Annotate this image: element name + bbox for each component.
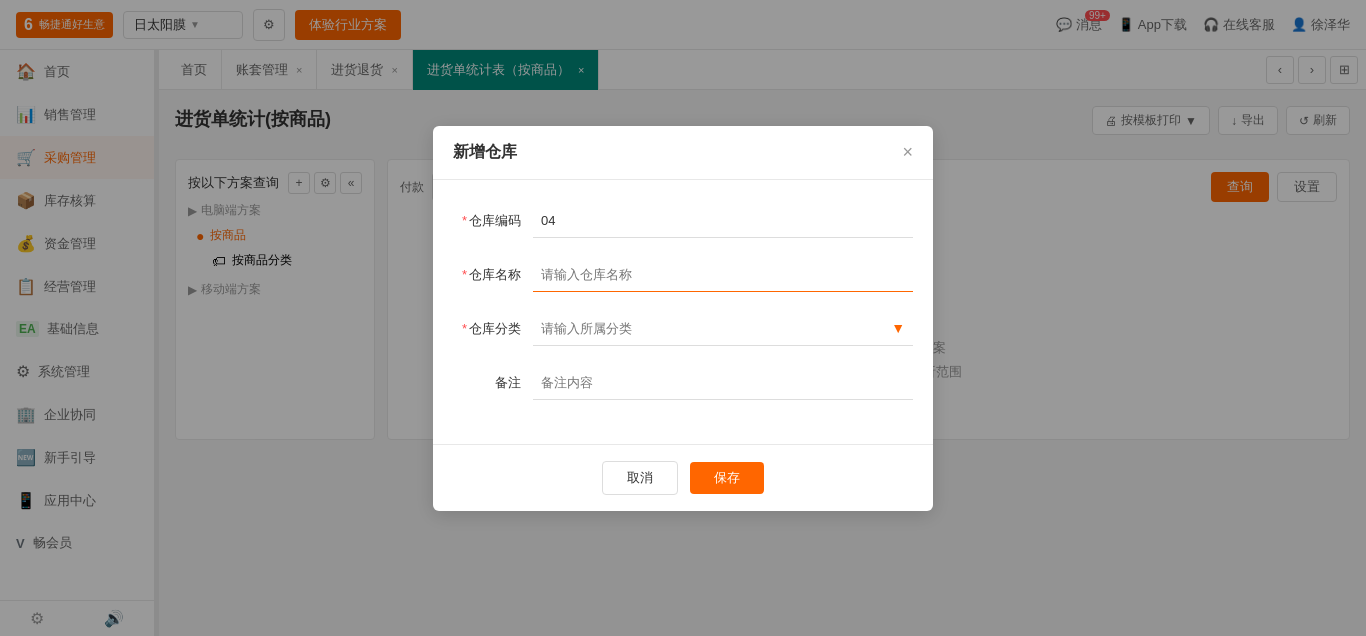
name-label: 仓库名称: [453, 266, 533, 284]
chevron-down-icon: ▼: [891, 320, 905, 336]
code-label: 仓库编码: [453, 212, 533, 230]
form-row-code: 仓库编码: [453, 204, 913, 238]
modal-footer: 取消 保存: [433, 444, 933, 511]
note-label: 备注: [453, 374, 533, 392]
save-button[interactable]: 保存: [690, 462, 764, 494]
code-input[interactable]: [533, 204, 913, 238]
modal-body: 仓库编码 仓库名称 仓库分类 ▼ 备注: [433, 180, 933, 444]
modal-close-button[interactable]: ×: [902, 142, 913, 163]
modal-title: 新增仓库: [453, 142, 517, 163]
category-label: 仓库分类: [453, 320, 533, 338]
new-warehouse-modal: 新增仓库 × 仓库编码 仓库名称 仓库分类 ▼: [433, 126, 933, 511]
form-row-name: 仓库名称: [453, 258, 913, 292]
form-row-note: 备注: [453, 366, 913, 400]
category-input[interactable]: [541, 321, 891, 336]
modal-header: 新增仓库 ×: [433, 126, 933, 180]
modal-overlay[interactable]: 新增仓库 × 仓库编码 仓库名称 仓库分类 ▼: [0, 0, 1366, 636]
form-row-category: 仓库分类 ▼: [453, 312, 913, 346]
category-select[interactable]: ▼: [533, 312, 913, 346]
note-input[interactable]: [533, 366, 913, 400]
name-input[interactable]: [533, 258, 913, 292]
cancel-button[interactable]: 取消: [602, 461, 678, 495]
